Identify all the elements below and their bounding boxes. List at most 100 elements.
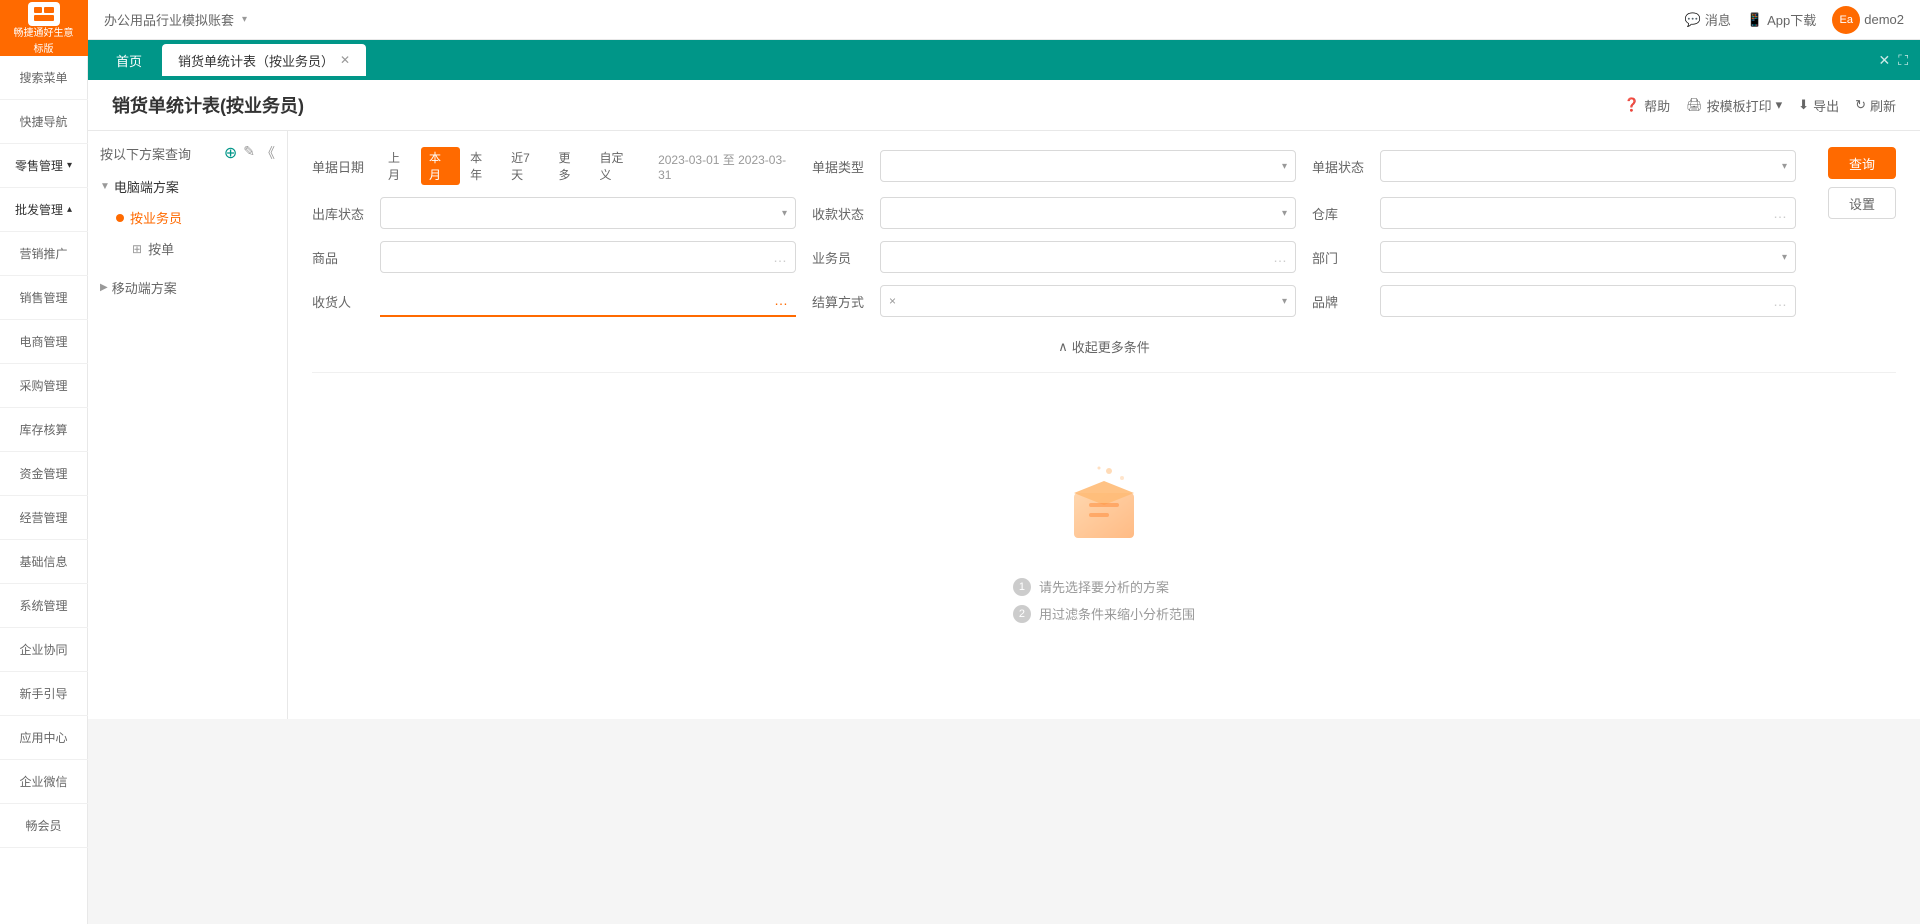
- step-1-text: 请先选择要分析的方案: [1039, 577, 1169, 596]
- empty-steps: 1 请先选择要分析的方案 2 用过滤条件来缩小分析范围: [1013, 577, 1195, 623]
- query-button[interactable]: 查询: [1828, 147, 1896, 179]
- brand-input[interactable]: …: [1380, 285, 1796, 317]
- department-filter-item: 部门 ▾: [1312, 241, 1796, 273]
- edit-scheme-icon[interactable]: ✎: [243, 143, 255, 163]
- collapse-panel-icon[interactable]: 《: [261, 143, 275, 163]
- sales-nav-item[interactable]: 销售管理: [0, 276, 88, 320]
- tab-sales-stats[interactable]: 销货单统计表（按业务员） ✕: [162, 44, 366, 76]
- brand-dots-icon: …: [1773, 293, 1787, 309]
- finance-nav-item[interactable]: 资金管理: [0, 452, 88, 496]
- inventory-nav-item[interactable]: 库存核算: [0, 408, 88, 452]
- empty-state: 1 请先选择要分析的方案 2 用过滤条件来缩小分析范围: [312, 373, 1896, 703]
- search-menu-item[interactable]: 搜索菜单: [0, 56, 88, 100]
- tree-mobile-parent[interactable]: ▶ 移动端方案: [88, 272, 287, 303]
- brand-filter-item: 品牌 …: [1312, 285, 1796, 317]
- date-tab-more[interactable]: 更多: [551, 147, 590, 185]
- order-status-input[interactable]: ▾: [1380, 150, 1796, 182]
- marketing-nav-item[interactable]: 营销推广: [0, 232, 88, 276]
- wechat-nav-item[interactable]: 企业微信: [0, 760, 88, 804]
- newbie-nav-item[interactable]: 新手引导: [0, 672, 88, 716]
- corp-label: 企业协同: [19, 641, 67, 658]
- date-tab-last-month[interactable]: 上月: [380, 147, 419, 185]
- left-panel: 按以下方案查询 ⊕ ✎ 《 ▼ 电脑端方案 按业务员: [88, 131, 288, 719]
- warehouse-input[interactable]: …: [1380, 197, 1796, 229]
- sidebar: 畅捷通好生意 标版 搜索菜单 快捷导航 零售管理 ▾ 批发管理 ▴ 营销推广 销…: [0, 0, 88, 924]
- main-panel: 按以下方案查询 ⊕ ✎ 《 ▼ 电脑端方案 按业务员: [88, 131, 1920, 719]
- ecommerce-nav-item[interactable]: 电商管理: [0, 320, 88, 364]
- basic-label: 基础信息: [19, 553, 67, 570]
- receiver-filter-item: 收货人 …: [312, 285, 796, 317]
- tree-child-active-dot: [116, 214, 124, 222]
- date-range-display: 2023-03-01 至 2023-03-31: [658, 151, 796, 182]
- message-action[interactable]: 💬 消息: [1685, 10, 1731, 29]
- date-filter-item: 单据日期 上月 本月 本年 近7天 更多 自定义: [312, 147, 796, 185]
- top-header-left: 办公用品行业模拟账套 ▾: [104, 10, 247, 29]
- purchase-nav-item[interactable]: 采购管理: [0, 364, 88, 408]
- system-nav-item[interactable]: 系统管理: [0, 584, 88, 628]
- department-input[interactable]: ▾: [1380, 241, 1796, 273]
- top-header-right: 💬 消息 📱 App下载 Ea demo2: [1685, 6, 1904, 34]
- help-icon: ❓: [1624, 97, 1640, 113]
- settings-button[interactable]: 设置: [1828, 187, 1896, 219]
- refresh-button[interactable]: ↻ 刷新: [1855, 96, 1896, 115]
- tree-pc-section: ▼ 电脑端方案 按业务员 ⊞ 按单: [88, 171, 287, 264]
- nav-dropdown-icon[interactable]: ▾: [242, 14, 247, 25]
- tree-sub-child-order[interactable]: ⊞ 按单: [88, 233, 287, 264]
- collect-status-input[interactable]: ▾: [880, 197, 1296, 229]
- template-print-button[interactable]: 🖨 按模板打印 ▾: [1686, 96, 1782, 115]
- member-nav-item[interactable]: 畅会员: [0, 804, 88, 848]
- page-actions: ❓ 帮助 🖨 按模板打印 ▾ ⬇ 导出 ↻ 刷新: [1624, 96, 1896, 115]
- app-download-icon: 📱: [1747, 12, 1763, 28]
- tree-child-salesperson[interactable]: 按业务员: [88, 202, 287, 233]
- tab-expand-icon[interactable]: ⛶: [1898, 52, 1908, 69]
- wholesale-nav-item[interactable]: 批发管理 ▴: [0, 188, 88, 232]
- retail-label: 零售管理: [15, 157, 63, 174]
- date-tab-custom[interactable]: 自定义: [592, 147, 643, 185]
- receiver-input[interactable]: …: [380, 285, 796, 317]
- operations-nav-item[interactable]: 经营管理: [0, 496, 88, 540]
- basic-nav-item[interactable]: 基础信息: [0, 540, 88, 584]
- brand-label: 品牌: [1312, 292, 1372, 311]
- date-tab-7days[interactable]: 近7天: [503, 147, 548, 185]
- app-download-action[interactable]: 📱 App下载: [1747, 10, 1816, 29]
- marketing-label: 营销推广: [19, 245, 67, 262]
- shortcut-nav-item[interactable]: 快捷导航: [0, 100, 88, 144]
- system-label: 系统管理: [19, 597, 67, 614]
- left-panel-header: 按以下方案查询 ⊕ ✎ 《: [88, 143, 287, 171]
- goods-label: 商品: [312, 248, 372, 267]
- order-type-input[interactable]: ▾: [880, 150, 1296, 182]
- salesperson-label: 业务员: [812, 248, 872, 267]
- tree-pc-parent[interactable]: ▼ 电脑端方案: [88, 171, 287, 202]
- corp-nav-item[interactable]: 企业协同: [0, 628, 88, 672]
- help-button[interactable]: ❓ 帮助: [1624, 96, 1670, 115]
- tree-expand-icon: ▼: [100, 181, 110, 192]
- step-2-text: 用过滤条件来缩小分析范围: [1039, 604, 1195, 623]
- export-label: 导出: [1813, 96, 1839, 115]
- retail-nav-item[interactable]: 零售管理 ▾: [0, 144, 88, 188]
- tab-close-icon[interactable]: ✕: [340, 53, 350, 67]
- tab-close-all-icon[interactable]: ✕: [1878, 52, 1890, 69]
- out-status-input[interactable]: ▾: [380, 197, 796, 229]
- date-tab-this-year[interactable]: 本年: [462, 147, 501, 185]
- user-section[interactable]: Ea demo2: [1832, 6, 1904, 34]
- export-button[interactable]: ⬇ 导出: [1798, 96, 1839, 115]
- nav-title: 办公用品行业模拟账套: [104, 10, 234, 29]
- date-tab-this-month[interactable]: 本月: [421, 147, 460, 185]
- warehouse-dots-icon: …: [1773, 205, 1787, 221]
- wholesale-label: 批发管理: [15, 201, 63, 218]
- order-status-chevron-icon: ▾: [1782, 161, 1787, 172]
- settlement-input[interactable]: × ▾: [880, 285, 1296, 317]
- goods-input[interactable]: …: [380, 241, 796, 273]
- tab-home[interactable]: 首页: [100, 44, 158, 76]
- sidebar-logo[interactable]: 畅捷通好生意 标版: [0, 0, 88, 56]
- collect-status-filter-item: 收款状态 ▾: [812, 197, 1296, 229]
- add-scheme-icon[interactable]: ⊕: [224, 143, 237, 163]
- collapse-more-btn[interactable]: ∧ 收起更多条件: [312, 329, 1896, 364]
- logo-icon: [28, 2, 60, 26]
- order-type-chevron-icon: ▾: [1282, 161, 1287, 172]
- salesperson-input[interactable]: …: [880, 241, 1296, 273]
- top-header: 办公用品行业模拟账套 ▾ 💬 消息 📱 App下载 Ea demo2: [88, 0, 1920, 40]
- help-label: 帮助: [1644, 96, 1670, 115]
- settlement-clear-icon[interactable]: ×: [889, 294, 896, 308]
- apps-nav-item[interactable]: 应用中心: [0, 716, 88, 760]
